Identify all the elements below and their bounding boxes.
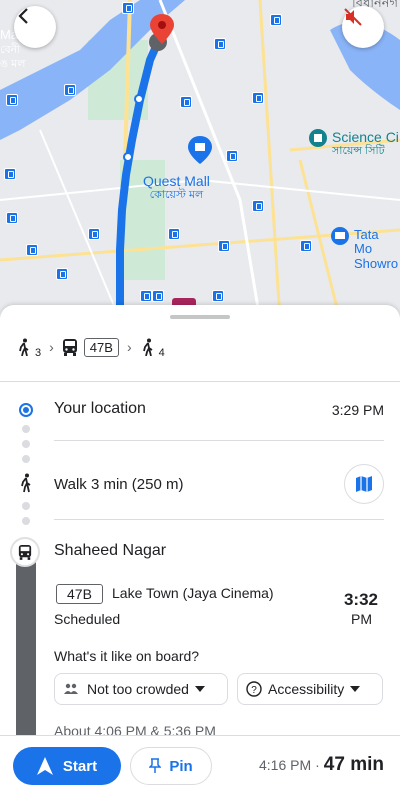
chevron-right-icon: ›	[126, 339, 132, 355]
map-label-quest-mall[interactable]: Quest Mall কোয়েস্ট মল	[143, 173, 210, 202]
chevron-right-icon: ›	[49, 339, 54, 355]
science-city-label: Science Ci	[332, 129, 399, 145]
map-icon	[356, 476, 372, 492]
arrival-time: 4:16 PM	[258, 757, 312, 773]
transit-stop-icon	[4, 168, 16, 180]
path-dot	[22, 502, 30, 510]
transit-stop-icon	[180, 96, 192, 108]
transit-stop-icon	[218, 240, 230, 252]
tata-label-2: Showro	[354, 255, 399, 271]
pin-button[interactable]: Pin	[130, 747, 212, 785]
crowd-level-chip[interactable]: Not too crowded	[54, 673, 228, 705]
transit-stop-icon	[212, 290, 224, 302]
bus-stop-marker	[10, 537, 40, 567]
drag-handle[interactable]	[170, 315, 230, 319]
transit-stop-icon	[214, 38, 226, 50]
map-label-science-city[interactable]: Science Ci সায়েন্স সিটি	[332, 129, 399, 158]
map-label-tata[interactable]: Tata Mo Showro	[354, 227, 400, 271]
map-view[interactable]: বিধাননগ Ma বেনী ঙ মল Quest Mall কোয়েস্ট…	[0, 0, 400, 320]
dropdown-caret-icon	[194, 686, 205, 692]
divider	[0, 381, 400, 382]
tata-label: Tata Mo	[354, 227, 379, 257]
bus-icon	[18, 545, 32, 560]
directions-sheet: 3 › 47B › 4 Your location 3:29 PM Walk 3…	[0, 305, 400, 735]
walk-icon	[19, 338, 29, 356]
path-dot	[22, 517, 30, 525]
dropdown-caret-icon	[350, 686, 361, 692]
bus-route-badge: 47B	[56, 584, 103, 604]
help-circle-icon: ?	[246, 681, 262, 697]
path-dot	[22, 455, 30, 463]
navigation-arrow-icon	[36, 757, 53, 775]
bus-departure-time: 3:32	[343, 590, 378, 609]
walk-step-label: Walk 3 min (250 m)	[54, 476, 184, 493]
science-city-icon	[309, 129, 327, 147]
eta-separator: ·	[315, 757, 320, 773]
route-summary[interactable]: 3 › 47B › 4	[16, 333, 165, 361]
path-dot	[22, 425, 30, 433]
trip-duration: 47 min	[323, 754, 384, 775]
transit-stop-icon	[152, 290, 164, 302]
pin-label: Pin	[169, 757, 193, 775]
people-icon	[64, 683, 78, 694]
bus-destination: Lake Town (Jaya Cinema)	[112, 585, 274, 601]
transit-stop-icon	[270, 14, 282, 26]
transit-stop-icon	[56, 268, 68, 280]
eta-summary: 4:16 PM · 47 min	[259, 754, 384, 776]
transit-stop-icon	[26, 244, 38, 256]
transit-stop-icon	[252, 92, 264, 104]
transit-stop-icon	[6, 212, 18, 224]
crowd-level-label: Not too crowded	[87, 681, 189, 697]
walk-icon	[21, 473, 31, 493]
walk-map-button[interactable]	[344, 464, 384, 504]
transit-stop-icon	[88, 228, 100, 240]
onboard-question: What's it like on board?	[54, 648, 200, 664]
accessibility-chip[interactable]: ? Accessibility	[237, 673, 383, 705]
transit-stop-icon	[252, 200, 264, 212]
walk-minutes-end: 4	[158, 347, 165, 359]
path-dot	[22, 440, 30, 448]
bus-route-line	[16, 551, 36, 735]
transit-stop-icon	[300, 240, 312, 252]
transit-stop-icon	[140, 290, 152, 302]
walk-minutes-start: 3	[35, 347, 42, 359]
start-button[interactable]: Start	[13, 747, 121, 785]
destination-pin-icon	[149, 14, 174, 51]
origin-dot-icon	[19, 403, 33, 417]
map-label-bn1: বেনী	[0, 44, 21, 56]
start-label: Start	[62, 757, 98, 775]
chevron-left-icon	[18, 8, 28, 24]
divider	[54, 440, 384, 441]
transit-stop-icon	[226, 150, 238, 162]
volume-off-icon	[344, 8, 362, 26]
origin-time: 3:29 PM	[331, 402, 384, 418]
bus-route-badge: 47B	[83, 337, 119, 357]
transit-stop-icon	[122, 2, 134, 14]
bus-icon	[62, 339, 77, 356]
transit-stop-icon	[168, 228, 180, 240]
accessibility-label: Accessibility	[268, 681, 345, 697]
bus-departure-ampm: PM	[351, 611, 372, 627]
quest-mall-label: Quest Mall	[143, 173, 210, 189]
pin-icon	[149, 758, 162, 773]
origin-label: Your location	[54, 400, 146, 417]
science-city-label-bn: সায়েন্স সিটি	[332, 145, 385, 158]
back-button[interactable]	[14, 6, 56, 48]
shopping-icon	[188, 136, 212, 164]
stop-name: Shaheed Nagar	[54, 542, 167, 559]
divider	[54, 519, 384, 520]
transit-stop-icon	[6, 94, 18, 106]
svg-text:?: ?	[251, 685, 257, 696]
walk-icon	[142, 338, 153, 356]
car-dealer-icon	[331, 227, 349, 245]
map-label-bn2: ঙ মল	[0, 58, 26, 70]
transit-stop-icon	[64, 84, 76, 96]
mute-button[interactable]	[342, 6, 384, 48]
quest-mall-label-bn: কোয়েস্ট মল	[149, 189, 204, 202]
bus-status: Scheduled	[54, 611, 121, 627]
next-departures: About 4:06 PM & 5:36 PM	[54, 723, 216, 735]
bottom-action-bar: Start Pin 4:16 PM · 47 min	[0, 735, 400, 800]
